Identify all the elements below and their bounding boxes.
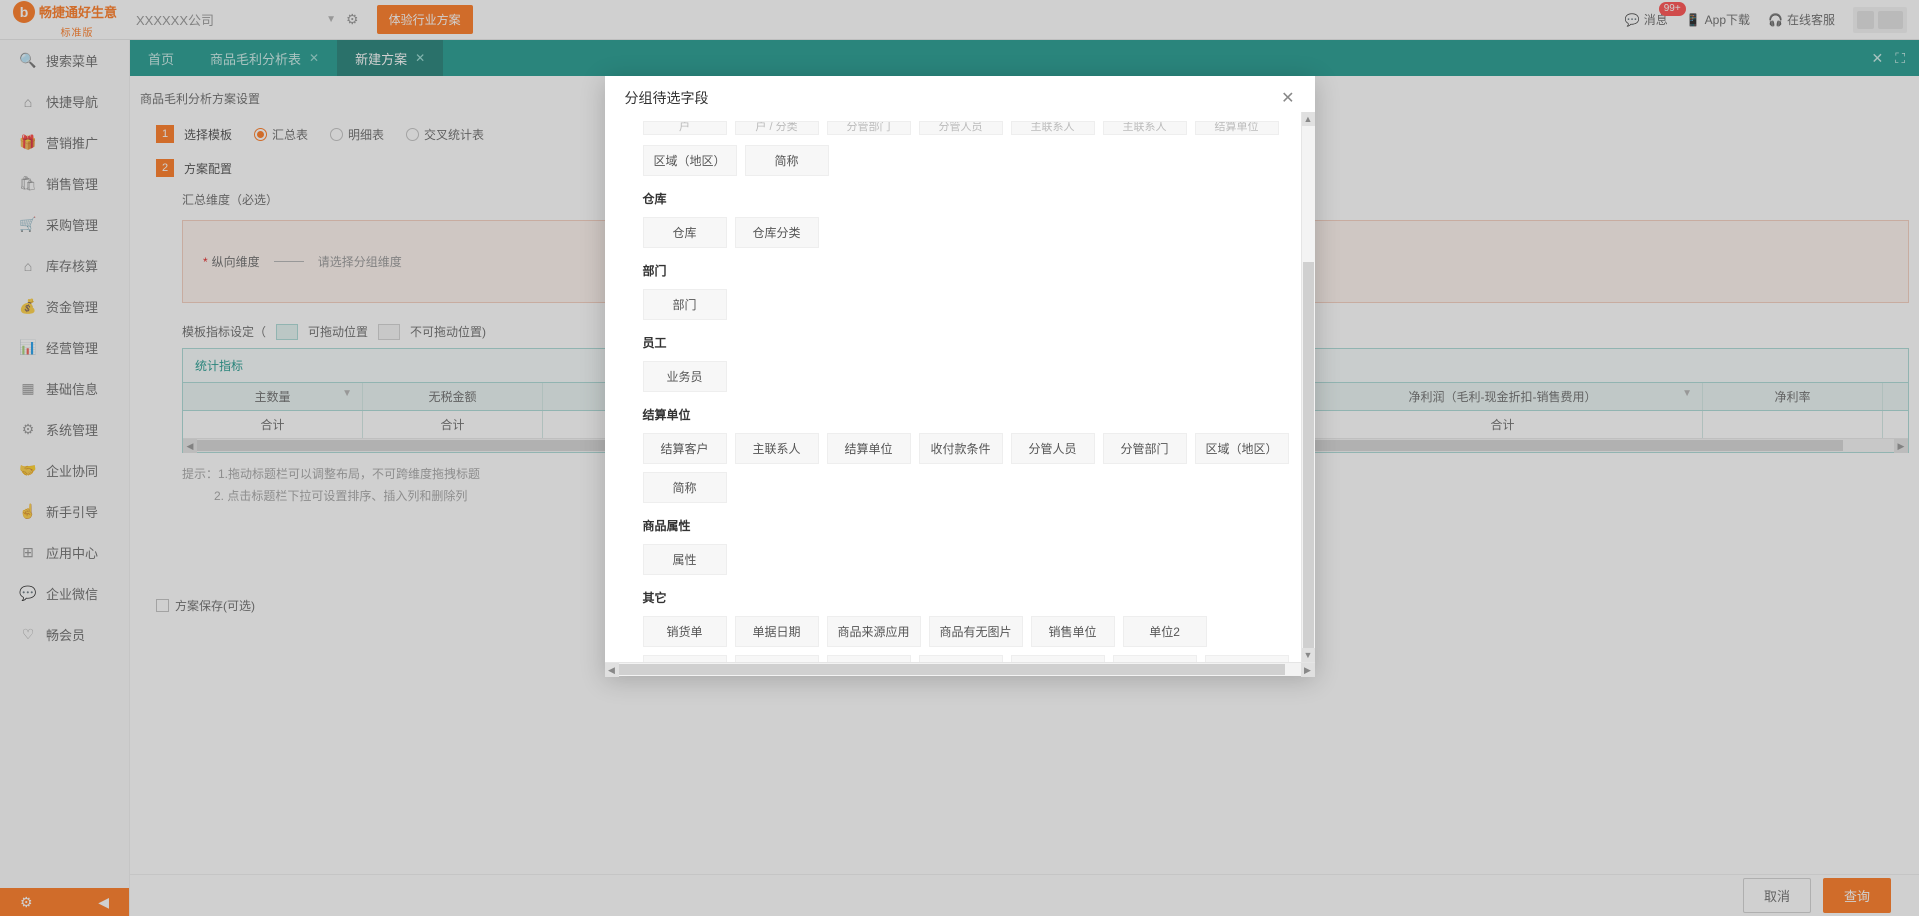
group-title: 仓库 [643, 190, 1295, 207]
field-group-2: 员工业务员 [643, 334, 1295, 392]
horizontal-scrollbar[interactable]: ◀ ▶ [605, 662, 1315, 676]
scroll-down-icon[interactable]: ▼ [1302, 648, 1315, 662]
field-5-5[interactable]: 单位2 [1123, 616, 1207, 647]
field-5-0[interactable]: 销货单 [643, 616, 727, 647]
scroll-left-icon[interactable]: ◀ [605, 663, 619, 677]
scroll-up-icon[interactable]: ▲ [1302, 112, 1315, 126]
field-partial-6[interactable]: 结算单位 [1195, 121, 1279, 135]
field-group-4: 商品属性属性 [643, 517, 1295, 575]
scroll-right-icon[interactable]: ▶ [1301, 663, 1315, 677]
scroll-thumb[interactable] [619, 664, 1285, 675]
field-5-4[interactable]: 销售单位 [1031, 616, 1115, 647]
field-2-0[interactable]: 业务员 [643, 361, 727, 392]
field-partial-2[interactable]: 分管部门 [827, 121, 911, 135]
field-group-0: 仓库仓库仓库分类 [643, 190, 1295, 248]
group-title: 结算单位 [643, 406, 1295, 423]
field-group-3: 结算单位结算客户主联系人结算单位收付款条件分管人员分管部门区域（地区）简称 [643, 406, 1295, 503]
close-icon[interactable]: ✕ [1281, 88, 1294, 108]
field-5-11[interactable]: 赠品 [1113, 655, 1197, 662]
group-title: 其它 [643, 589, 1295, 606]
field-row2-0[interactable]: 区域（地区） [643, 145, 737, 176]
field-5-8[interactable]: 审核人 [827, 655, 911, 662]
field-partial-1[interactable]: 户 / 分类 [735, 121, 819, 135]
field-5-12[interactable]: 销售订单 [1205, 655, 1289, 662]
field-5-10[interactable]: 预计交货日期 [1011, 655, 1105, 662]
group-title: 部门 [643, 262, 1295, 279]
field-5-6[interactable]: 主计量 [643, 655, 727, 662]
group-title: 商品属性 [643, 517, 1295, 534]
field-3-7[interactable]: 简称 [643, 472, 727, 503]
field-partial-0[interactable]: 户 [643, 121, 727, 135]
field-5-7[interactable]: 制单人 [735, 655, 819, 662]
field-5-9[interactable]: 出库人 [919, 655, 1003, 662]
field-3-2[interactable]: 结算单位 [827, 433, 911, 464]
field-0-0[interactable]: 仓库 [643, 217, 727, 248]
field-3-1[interactable]: 主联系人 [735, 433, 819, 464]
field-partial-5[interactable]: 主联系人 [1103, 121, 1187, 135]
field-group-1: 部门部门 [643, 262, 1295, 320]
field-row2-1[interactable]: 简称 [745, 145, 829, 176]
field-5-2[interactable]: 商品来源应用 [827, 616, 921, 647]
field-partial-4[interactable]: 主联系人 [1011, 121, 1095, 135]
modal-title: 分组待选字段 [625, 88, 709, 108]
field-3-4[interactable]: 分管人员 [1011, 433, 1095, 464]
field-group-5: 其它销货单单据日期商品来源应用商品有无图片销售单位单位2 主计量 制单人 审核人 出库人… [643, 589, 1295, 662]
field-4-0[interactable]: 属性 [643, 544, 727, 575]
group-title: 员工 [643, 334, 1295, 351]
field-5-1[interactable]: 单据日期 [735, 616, 819, 647]
field-select-modal: 分组待选字段 ✕ 户户 / 分类分管部门分管人员主联系人主联系人结算单位 区域（… [605, 76, 1315, 676]
field-3-0[interactable]: 结算客户 [643, 433, 727, 464]
scroll-thumb[interactable] [1303, 262, 1314, 662]
field-partial-3[interactable]: 分管人员 [919, 121, 1003, 135]
field-3-5[interactable]: 分管部门 [1103, 433, 1187, 464]
vertical-scrollbar[interactable]: ▲ ▼ [1301, 112, 1315, 662]
modal-body: 户户 / 分类分管部门分管人员主联系人主联系人结算单位 区域（地区）简称 仓库仓… [605, 121, 1315, 662]
field-1-0[interactable]: 部门 [643, 289, 727, 320]
field-3-3[interactable]: 收付款条件 [919, 433, 1003, 464]
field-5-3[interactable]: 商品有无图片 [929, 616, 1023, 647]
field-0-1[interactable]: 仓库分类 [735, 217, 819, 248]
field-3-6[interactable]: 区域（地区） [1195, 433, 1289, 464]
